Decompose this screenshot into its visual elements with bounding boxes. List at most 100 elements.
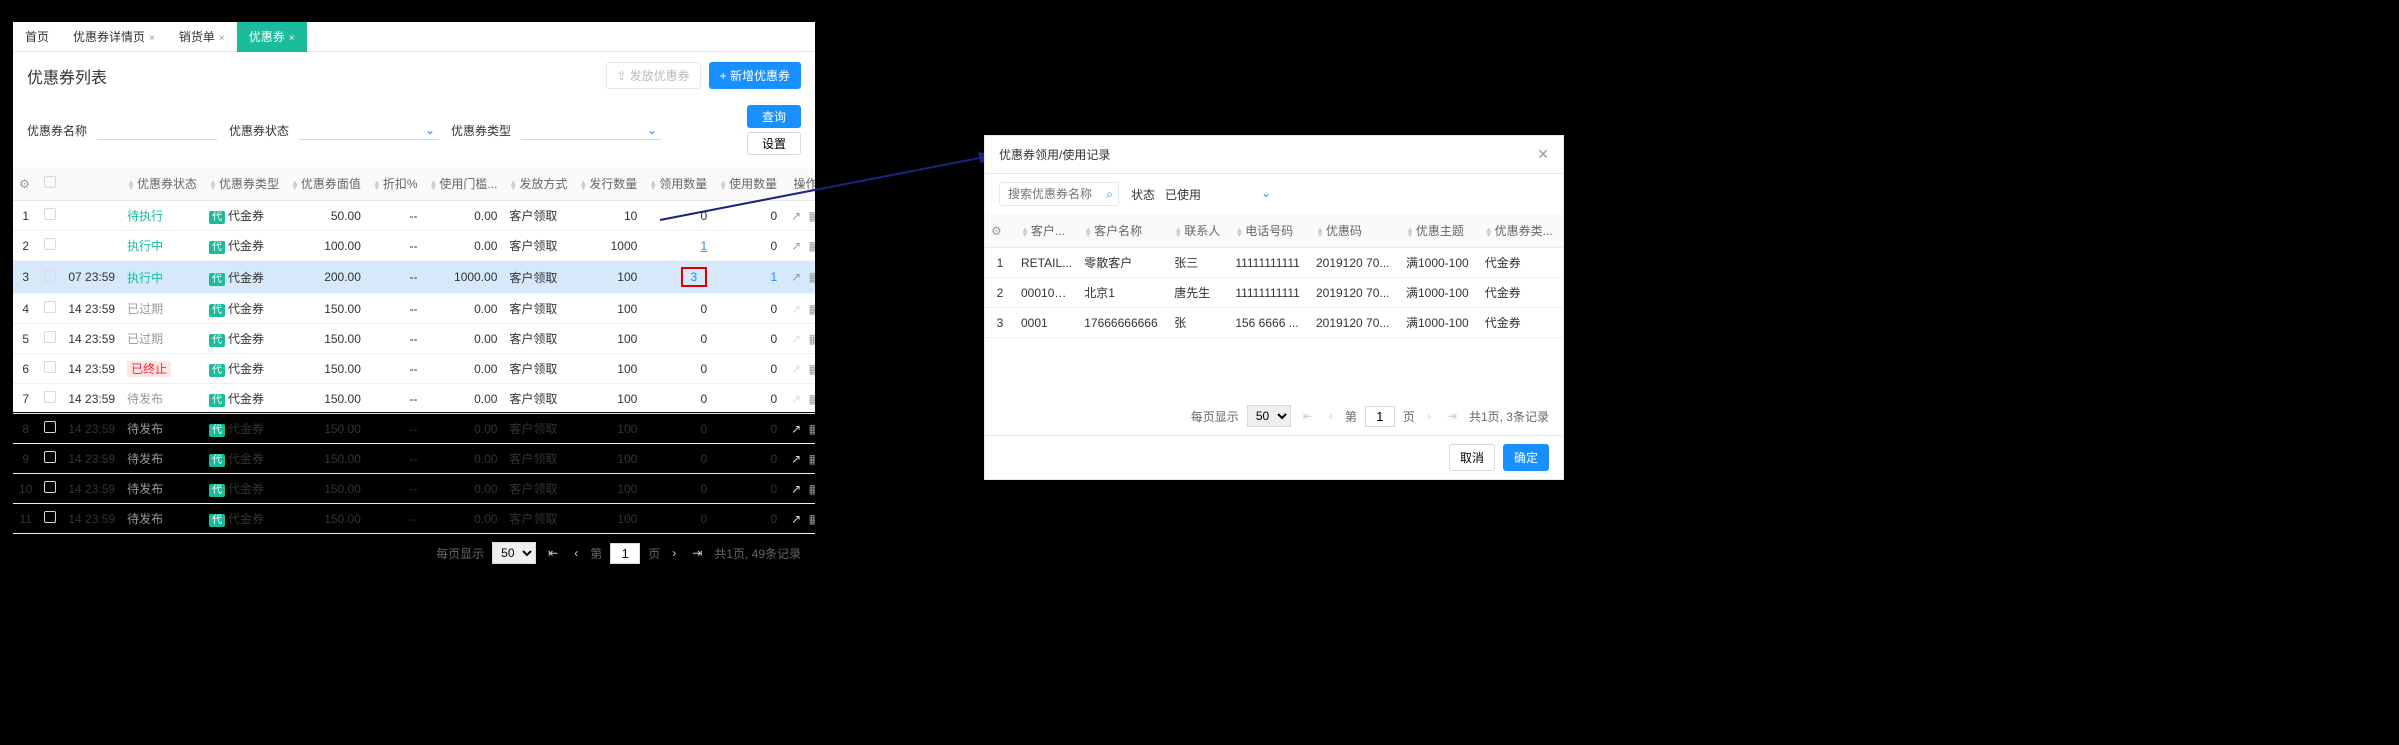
voucher-icon: 代 xyxy=(209,241,225,254)
filter-type-select[interactable]: ⌄ xyxy=(521,121,661,140)
sort-icon[interactable]: ▲▼ xyxy=(291,180,299,190)
row-checkbox[interactable] xyxy=(44,421,56,433)
next-page-button[interactable]: › xyxy=(1423,409,1435,423)
sort-icon[interactable]: ▲▼ xyxy=(509,180,517,190)
table-row[interactable]: 5 14 23:59 已过期 代代金券 150.00 -- 0.00 客户领取 … xyxy=(13,324,815,354)
sort-icon[interactable]: ▲▼ xyxy=(1406,227,1414,237)
select-all-checkbox[interactable] xyxy=(44,176,56,188)
table-row[interactable]: 4 14 23:59 已过期 代代金券 150.00 -- 0.00 客户领取 … xyxy=(13,294,815,324)
filter-name-input[interactable] xyxy=(97,121,217,140)
next-page-button[interactable]: › xyxy=(668,546,680,560)
filter-status-select[interactable]: ⌄ xyxy=(299,121,439,140)
table-row[interactable]: 2 00010001 北京1 唐先生 11111111111 2019120 7… xyxy=(985,278,1563,308)
last-page-button[interactable]: ⇥ xyxy=(1443,409,1461,423)
row-checkbox[interactable] xyxy=(44,511,56,523)
tab-coupon[interactable]: 优惠券× xyxy=(237,22,307,52)
qrcode-icon[interactable]: ▦ xyxy=(809,302,815,316)
page-size-select[interactable]: 50 xyxy=(492,542,536,564)
qrcode-icon[interactable]: ▦ xyxy=(809,422,815,436)
row-checkbox[interactable] xyxy=(44,361,56,373)
sort-icon[interactable]: ▲▼ xyxy=(373,180,381,190)
row-checkbox[interactable] xyxy=(44,238,56,250)
table-row[interactable]: 3 0001 17666666666 张 156 6666 ... 201912… xyxy=(985,308,1563,338)
qrcode-icon[interactable]: ▦ xyxy=(809,362,815,376)
cancel-button[interactable]: 取消 xyxy=(1449,444,1495,471)
first-page-button[interactable]: ⇤ xyxy=(1299,409,1317,423)
row-checkbox[interactable] xyxy=(44,270,56,282)
qrcode-icon[interactable]: ▦ xyxy=(809,392,815,406)
query-button[interactable]: 查询 xyxy=(747,105,801,128)
col-used: ▲▼使用数量 xyxy=(713,167,783,201)
table-row[interactable]: 8 14 23:59 待发布 代代金券 150.00 -- 0.00 客户领取 … xyxy=(13,414,815,444)
row-checkbox[interactable] xyxy=(44,391,56,403)
share-icon[interactable]: ↗ xyxy=(791,209,801,223)
close-icon[interactable]: ✕ xyxy=(1537,146,1549,163)
qrcode-icon[interactable]: ▦ xyxy=(809,482,815,496)
row-number: 11 xyxy=(13,504,38,534)
table-row[interactable]: 9 14 23:59 待发布 代代金券 150.00 -- 0.00 客户领取 … xyxy=(13,444,815,474)
sort-icon[interactable]: ▲▼ xyxy=(1485,227,1493,237)
close-icon[interactable]: × xyxy=(149,33,155,44)
sort-icon[interactable]: ▲▼ xyxy=(429,180,437,190)
sort-icon[interactable]: ▲▼ xyxy=(1084,227,1092,237)
table-row[interactable]: 7 14 23:59 待发布 代代金券 150.00 -- 0.00 客户领取 … xyxy=(13,384,815,414)
share-icon[interactable]: ↗ xyxy=(791,270,801,284)
search-input[interactable] xyxy=(999,182,1119,206)
row-checkbox[interactable] xyxy=(44,301,56,313)
sort-icon[interactable]: ▲▼ xyxy=(719,180,727,190)
table-row[interactable]: 1 待执行 代代金券 50.00 -- 0.00 客户领取 10 0 0 ↗ ▦ xyxy=(13,201,815,231)
sort-icon[interactable]: ▲▼ xyxy=(579,180,587,190)
row-checkbox[interactable] xyxy=(44,481,56,493)
coupon-list-panel: 首页 优惠券详情页× 销货单× 优惠券× 优惠券列表 ⇪发放优惠券 + 新增优惠… xyxy=(13,22,815,412)
sort-icon[interactable]: ▲▼ xyxy=(1235,227,1243,237)
close-icon[interactable]: × xyxy=(219,33,225,44)
settings-button[interactable]: 设置 xyxy=(747,132,801,155)
first-page-button[interactable]: ⇤ xyxy=(544,546,562,560)
qrcode-icon[interactable]: ▦ xyxy=(809,209,815,223)
page-input[interactable] xyxy=(1365,406,1395,427)
search-icon[interactable]: ⌕ xyxy=(1106,187,1113,202)
gear-icon[interactable]: ⚙ xyxy=(991,224,1002,238)
close-icon[interactable]: × xyxy=(289,33,295,44)
table-row[interactable]: 2 执行中 代代金券 100.00 -- 0.00 客户领取 1000 1 0 … xyxy=(13,231,815,261)
table-row[interactable]: 10 14 23:59 待发布 代代金券 150.00 -- 0.00 客户领取… xyxy=(13,474,815,504)
qrcode-icon[interactable]: ▦ xyxy=(809,512,815,526)
table-row[interactable]: 3 07 23:59 执行中 代代金券 200.00 -- 1000.00 客户… xyxy=(13,261,815,294)
confirm-button[interactable]: 确定 xyxy=(1503,444,1549,471)
status-badge: 待发布 xyxy=(127,482,163,496)
tab-home[interactable]: 首页 xyxy=(13,22,61,52)
sort-icon[interactable]: ▲▼ xyxy=(649,180,657,190)
status-filter-select[interactable]: 已使用⌄ xyxy=(1161,184,1291,205)
gear-icon[interactable]: ⚙ xyxy=(19,177,30,191)
sort-icon[interactable]: ▲▼ xyxy=(1021,227,1029,237)
sort-icon[interactable]: ▲▼ xyxy=(1316,227,1324,237)
tab-coupon-detail[interactable]: 优惠券详情页× xyxy=(61,22,167,52)
table-row[interactable]: 6 14 23:59 已终止 代代金券 150.00 -- 0.00 客户领取 … xyxy=(13,354,815,384)
distribute-coupon-button[interactable]: ⇪发放优惠券 xyxy=(606,62,701,89)
prev-page-button[interactable]: ‹ xyxy=(570,546,582,560)
claimed-link[interactable]: 1 xyxy=(701,239,708,253)
table-row[interactable]: 1 RETAIL... 零散客户 张三 11111111111 2019120 … xyxy=(985,248,1563,278)
share-icon[interactable]: ↗ xyxy=(791,239,801,253)
qrcode-icon[interactable]: ▦ xyxy=(809,452,815,466)
page-size-select[interactable]: 50 xyxy=(1247,405,1291,427)
row-number: 9 xyxy=(13,444,38,474)
tab-sales-order[interactable]: 销货单× xyxy=(167,22,237,52)
table-row[interactable]: 11 14 23:59 待发布 代代金券 150.00 -- 0.00 客户领取… xyxy=(13,504,815,534)
last-page-button[interactable]: ⇥ xyxy=(688,546,706,560)
qrcode-icon[interactable]: ▦ xyxy=(809,332,815,346)
claimed-link[interactable]: 3 xyxy=(681,267,708,287)
row-checkbox[interactable] xyxy=(44,331,56,343)
row-checkbox[interactable] xyxy=(44,208,56,220)
row-number: 4 xyxy=(13,294,38,324)
coupon-table: ⚙ ▲▼优惠券状态 ▲▼优惠券类型 ▲▼优惠券面值 ▲▼折扣% ▲▼使用门槛..… xyxy=(13,167,815,534)
sort-icon[interactable]: ▲▼ xyxy=(127,180,135,190)
row-checkbox[interactable] xyxy=(44,451,56,463)
sort-icon[interactable]: ▲▼ xyxy=(209,180,217,190)
sort-icon[interactable]: ▲▼ xyxy=(1174,227,1182,237)
qrcode-icon[interactable]: ▦ xyxy=(809,270,815,284)
prev-page-button[interactable]: ‹ xyxy=(1325,409,1337,423)
page-input[interactable] xyxy=(610,543,640,564)
add-coupon-button[interactable]: + 新增优惠券 xyxy=(709,62,801,89)
qrcode-icon[interactable]: ▦ xyxy=(809,239,815,253)
